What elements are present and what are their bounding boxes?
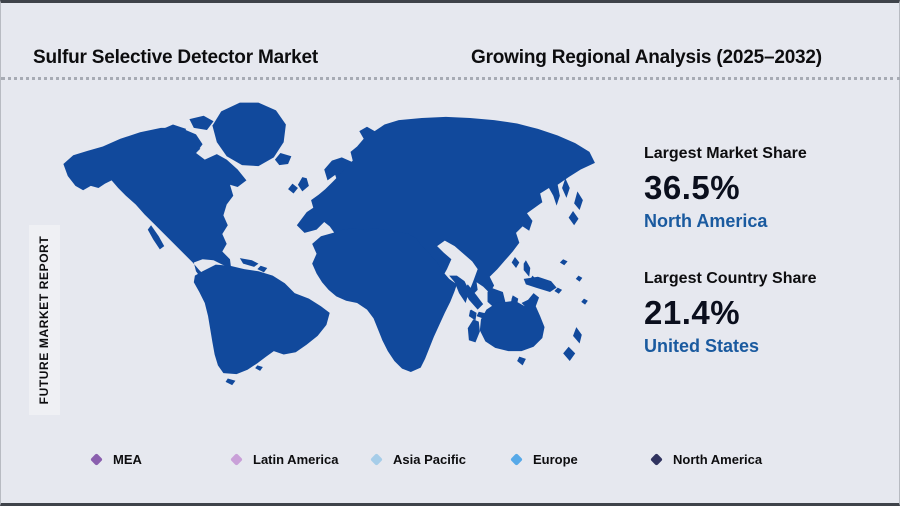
legend-label: MEA: [113, 452, 142, 467]
stat-largest-country-share: Largest Country Share 21.4% United State…: [644, 270, 894, 357]
header-divider: [1, 77, 900, 80]
map-legend: MEA Latin America Asia Pacific Europe No…: [90, 452, 792, 467]
page-subtitle: Growing Regional Analysis (2025–2032): [471, 47, 822, 68]
legend-label: North America: [673, 452, 763, 467]
legend-dot-asia-pacific: [370, 453, 383, 466]
map-iceland: [274, 153, 292, 166]
map-british-isles: [288, 177, 309, 194]
map-south-america: [193, 264, 330, 375]
legend-dot-mea: [90, 453, 103, 466]
stat-label: Largest Country Share: [644, 270, 817, 287]
brand-vertical-text: FUTURE MARKET REPORT: [37, 235, 51, 405]
map-new-guinea: [523, 276, 557, 293]
legend-item-europe: Europe: [510, 452, 652, 467]
legend-label: Asia Pacific: [393, 452, 466, 467]
legend-item-north-america: North America: [650, 452, 792, 467]
map-greenland: [212, 102, 286, 167]
legend-item-latin-america: Latin America: [230, 452, 372, 467]
map-sri-lanka: [468, 309, 477, 321]
map-japan: [562, 178, 583, 226]
map-tasmania: [517, 356, 526, 366]
legend-item-mea: MEA: [90, 452, 232, 467]
map-madagascar: [467, 319, 480, 343]
legend-label: Europe: [533, 452, 578, 467]
legend-label: Latin America: [253, 452, 339, 467]
map-pacific-islands: [554, 259, 588, 305]
stat-region: North America: [644, 211, 768, 231]
stat-largest-market-share: Largest Market Share 36.5% North America: [644, 145, 894, 232]
infographic-canvas: { "header": { "title_left": "Sulfur Sele…: [0, 0, 900, 506]
legend-dot-europe: [510, 453, 523, 466]
stat-region: United States: [644, 336, 760, 356]
stat-label: Largest Market Share: [644, 145, 807, 162]
stat-value: 36.5%: [644, 169, 741, 206]
stat-value: 21.4%: [644, 294, 741, 331]
stats-column: Largest Market Share 36.5% North America…: [644, 145, 894, 357]
page-title: Sulfur Selective Detector Market: [33, 47, 319, 68]
legend-dot-north-america: [650, 453, 663, 466]
legend-item-asia-pacific: Asia Pacific: [370, 452, 512, 467]
world-map-landmasses: [63, 102, 595, 386]
world-map: [63, 102, 595, 386]
legend-dot-latin-america: [230, 453, 243, 466]
map-new-zealand: [563, 327, 582, 362]
